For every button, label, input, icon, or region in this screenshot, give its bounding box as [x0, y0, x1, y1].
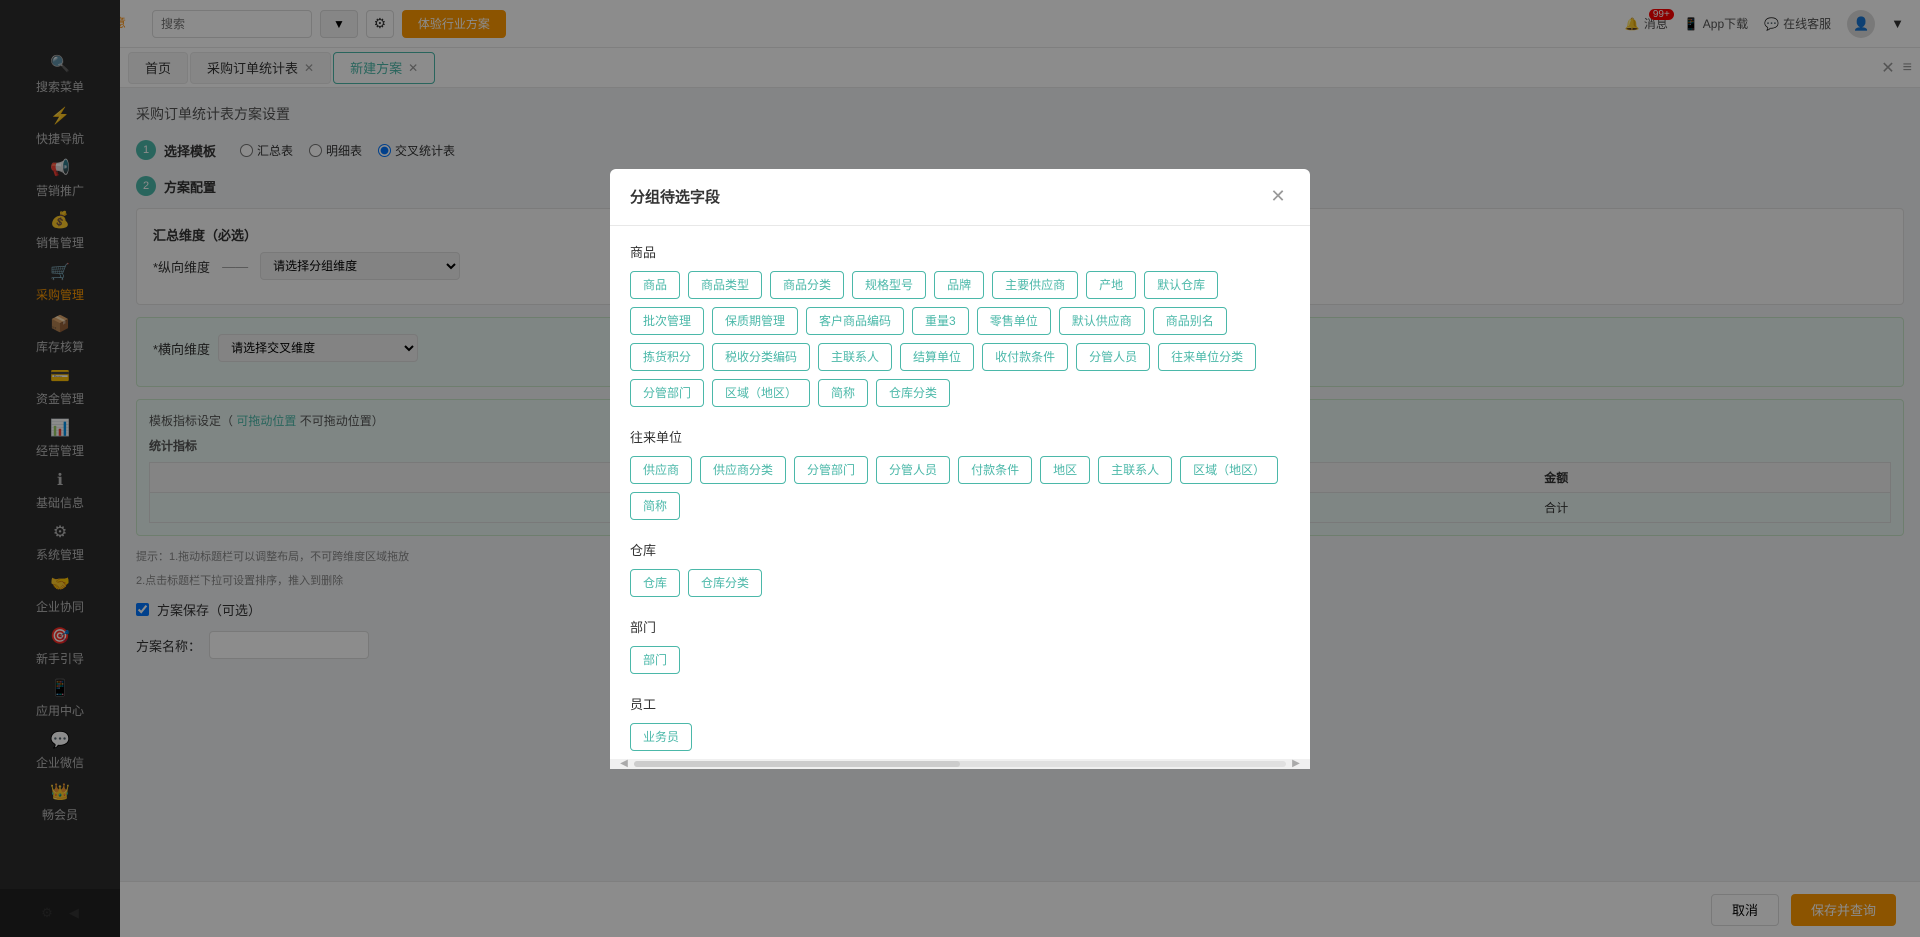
field-tags-counterpart: 供应商 供应商分类 分管部门 分管人员 付款条件 地区 主联系人 区域（地区） … — [630, 456, 1290, 520]
field-tag-retail-unit[interactable]: 零售单位 — [977, 307, 1051, 335]
hscroll-thumb[interactable] — [634, 761, 960, 767]
field-tag-alias[interactable]: 商品别名 — [1153, 307, 1227, 335]
modal: 分组待选字段 ✕ 商品 商品 商品类型 商品分类 规格型号 品牌 主要供应商 产… — [610, 169, 1310, 769]
field-tag-main-contact2[interactable]: 主联系人 — [1098, 456, 1172, 484]
modal-hscrollbar[interactable]: ◀ ▶ — [610, 759, 1310, 769]
field-tag-main-supplier[interactable]: 主要供应商 — [992, 271, 1078, 299]
field-tag-payment-terms[interactable]: 收付款条件 — [982, 343, 1068, 371]
field-section-warehouse-title: 仓库 — [630, 540, 1290, 559]
field-tag-default-warehouse[interactable]: 默认仓库 — [1144, 271, 1218, 299]
field-tag-weight[interactable]: 重量3 — [912, 307, 969, 335]
field-tag-product[interactable]: 商品 — [630, 271, 680, 299]
field-tag-region2[interactable]: 区域（地区） — [1180, 456, 1278, 484]
modal-header: 分组待选字段 ✕ — [610, 169, 1310, 226]
modal-title: 分组待选字段 — [630, 186, 720, 207]
field-tag-supervisor2[interactable]: 分管人员 — [876, 456, 950, 484]
hscroll-right[interactable]: ▶ — [1286, 758, 1306, 769]
field-tag-origin[interactable]: 产地 — [1086, 271, 1136, 299]
field-tag-dept2[interactable]: 分管部门 — [794, 456, 868, 484]
field-tag-customer-code[interactable]: 客户商品编码 — [806, 307, 904, 335]
field-tag-dept[interactable]: 分管部门 — [630, 379, 704, 407]
field-tag-counterpart-category[interactable]: 往来单位分类 — [1158, 343, 1256, 371]
field-section-department-title: 部门 — [630, 617, 1290, 636]
field-tag-department[interactable]: 部门 — [630, 646, 680, 674]
field-tag-product-category[interactable]: 商品分类 — [770, 271, 844, 299]
field-tags-department: 部门 — [630, 646, 1290, 674]
field-tags-warehouse: 仓库 仓库分类 — [630, 569, 1290, 597]
field-tag-settlement-unit[interactable]: 结算单位 — [900, 343, 974, 371]
modal-close-btn[interactable]: ✕ — [1266, 185, 1290, 209]
field-tag-expiry[interactable]: 保质期管理 — [712, 307, 798, 335]
hscroll-left[interactable]: ◀ — [614, 758, 634, 769]
field-section-product-title: 商品 — [630, 242, 1290, 261]
field-tag-tax-code[interactable]: 税收分类编码 — [712, 343, 810, 371]
modal-overlay: 分组待选字段 ✕ 商品 商品 商品类型 商品分类 规格型号 品牌 主要供应商 产… — [0, 0, 1920, 937]
hscroll-track — [634, 761, 1286, 767]
field-tag-product-type[interactable]: 商品类型 — [688, 271, 762, 299]
field-section-counterpart: 往来单位 供应商 供应商分类 分管部门 分管人员 付款条件 地区 主联系人 区域… — [630, 427, 1290, 520]
field-tag-default-supplier[interactable]: 默认供应商 — [1059, 307, 1145, 335]
field-tag-payment-terms2[interactable]: 付款条件 — [958, 456, 1032, 484]
field-tag-region[interactable]: 区域（地区） — [712, 379, 810, 407]
field-section-employee-title: 员工 — [630, 694, 1290, 713]
field-tag-short-name2[interactable]: 简称 — [630, 492, 680, 520]
field-tags-product: 商品 商品类型 商品分类 规格型号 品牌 主要供应商 产地 默认仓库 批次管理 … — [630, 271, 1290, 407]
field-tag-pick-score[interactable]: 拣货积分 — [630, 343, 704, 371]
field-tag-supplier-cat[interactable]: 供应商分类 — [700, 456, 786, 484]
field-tag-batch[interactable]: 批次管理 — [630, 307, 704, 335]
field-section-department: 部门 部门 — [630, 617, 1290, 674]
field-section-counterpart-title: 往来单位 — [630, 427, 1290, 446]
field-tag-warehouse[interactable]: 仓库 — [630, 569, 680, 597]
field-tag-main-contact[interactable]: 主联系人 — [818, 343, 892, 371]
field-tag-supervisor[interactable]: 分管人员 — [1076, 343, 1150, 371]
field-tag-supplier[interactable]: 供应商 — [630, 456, 692, 484]
field-tag-spec[interactable]: 规格型号 — [852, 271, 926, 299]
field-tag-brand[interactable]: 品牌 — [934, 271, 984, 299]
field-section-warehouse: 仓库 仓库 仓库分类 — [630, 540, 1290, 597]
field-tag-warehouse-cat[interactable]: 仓库分类 — [876, 379, 950, 407]
field-tag-salesperson[interactable]: 业务员 — [630, 723, 692, 751]
field-section-employee: 员工 业务员 — [630, 694, 1290, 751]
field-tags-employee: 业务员 — [630, 723, 1290, 751]
modal-body: 商品 商品 商品类型 商品分类 规格型号 品牌 主要供应商 产地 默认仓库 批次… — [610, 226, 1310, 759]
field-section-product: 商品 商品 商品类型 商品分类 规格型号 品牌 主要供应商 产地 默认仓库 批次… — [630, 242, 1290, 407]
field-tag-area[interactable]: 地区 — [1040, 456, 1090, 484]
field-tag-warehouse-category[interactable]: 仓库分类 — [688, 569, 762, 597]
field-tag-short-name[interactable]: 简称 — [818, 379, 868, 407]
